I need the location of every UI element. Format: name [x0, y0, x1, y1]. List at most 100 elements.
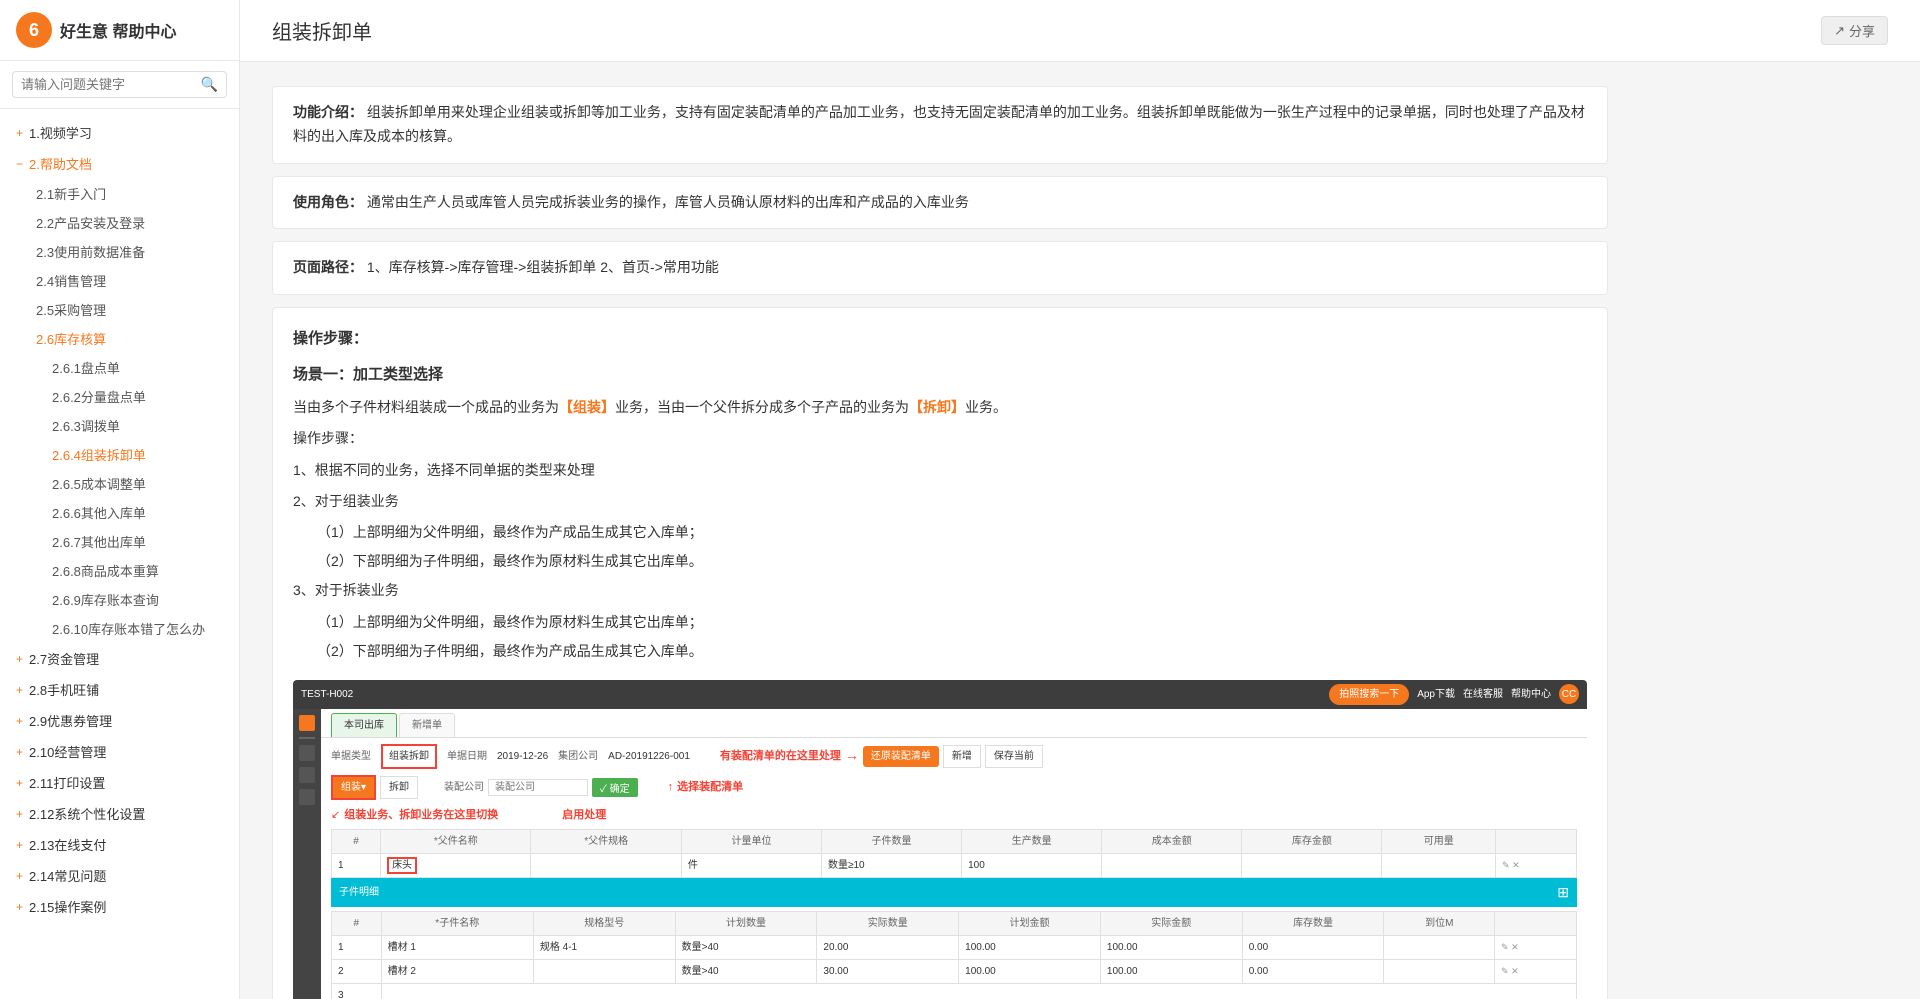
search-icon[interactable]: 🔍 [201, 76, 218, 93]
mock-divider1 [299, 737, 315, 739]
sidebar-item-docs2610[interactable]: 2.6.10库存账本错了怎么办 [0, 614, 239, 643]
td-stockamt1 [1242, 853, 1382, 877]
mock-form-row1: 单据类型 组装拆卸 单据日期 2019-12-26 集团公司 AD-201912… [331, 744, 1577, 769]
th-seq: # [332, 829, 381, 853]
td-name1-val: 床头 [387, 857, 417, 874]
mock-form-area: 单据类型 组装拆卸 单据日期 2019-12-26 集团公司 AD-201912… [321, 738, 1587, 999]
path-block: 页面路径： 1、库存核算->库存管理->组装拆卸单 2、首页->常用功能 [272, 241, 1608, 295]
sidebar-item-docs266[interactable]: 2.6.6其他入库单 [0, 498, 239, 527]
confirm-btn[interactable]: ✓ 确定 [592, 778, 638, 797]
td-costamt1 [1102, 853, 1242, 877]
mock-tabs: 本司出库 新增单 [321, 709, 1587, 738]
sidebar-item-docs27[interactable]: + 2.7资金管理 [0, 643, 239, 674]
new-btn[interactable]: 新增 [943, 745, 981, 768]
btd-actqty2: 30.00 [817, 960, 959, 984]
th-parent-spec: *父件规格 [531, 829, 681, 853]
btd-seq3: 3 [332, 984, 382, 999]
step3-text: 3、对于拆装业务 [293, 578, 1587, 603]
mock-tab2[interactable]: 新增单 [399, 713, 455, 737]
sidebar-item-docs212[interactable]: + 2.12系统个性化设置 [0, 798, 239, 829]
td-name1: 床头 [381, 853, 531, 877]
bth-spec: 规格型号 [533, 912, 675, 936]
btd-ops1-icons[interactable]: ✎ ✕ [1501, 942, 1519, 952]
share-button[interactable]: ↗ 分享 [1821, 16, 1888, 45]
page-title: 组装拆卸单 [272, 16, 372, 45]
search-input[interactable] [21, 77, 201, 92]
sub-form-label: 装配公司 [444, 779, 484, 796]
sidebar-item-docs22[interactable]: 2.2产品安装及登录 [0, 208, 239, 237]
sidebar-item-docs262[interactable]: 2.6.2分量盘点单 [0, 382, 239, 411]
assembly-toggle-area: 组装▾ 拆卸 [331, 775, 418, 800]
btd-seq2: 2 [332, 960, 382, 984]
btd-actqty1: 20.00 [817, 936, 959, 960]
sub-company-input[interactable] [488, 779, 588, 796]
restore-btn[interactable]: 还原装配清单 [863, 746, 939, 767]
sidebar-item-docs21[interactable]: 2.1新手入门 [0, 179, 239, 208]
mock-tab1[interactable]: 本司出库 [331, 713, 397, 737]
plus-icon6: + [16, 776, 23, 790]
th-stock-amt: 库存金额 [1242, 829, 1382, 853]
sidebar-item-docs268[interactable]: 2.6.8商品成本重算 [0, 556, 239, 585]
save-btn[interactable]: 保存当前 [985, 745, 1043, 768]
sidebar: 6 好生意 帮助中心 🔍 + 1.视频学习 − 2.帮助文档 2.1新手入门 2… [0, 0, 240, 999]
sidebar-item-docs29[interactable]: + 2.9优惠券管理 [0, 705, 239, 736]
td-spec1 [531, 853, 681, 877]
sidebar-item-video[interactable]: + 1.视频学习 [0, 117, 239, 148]
form-label2: 单据日期 [447, 748, 487, 765]
disassemble-toggle[interactable]: 拆卸 [380, 776, 418, 799]
mock-icon4 [299, 789, 315, 805]
top-table-body: 1 床头 件 数量≥10 100 [332, 853, 1577, 877]
bth-plan-amt: 计划金额 [959, 912, 1101, 936]
mock-main-layout: 本司出库 新增单 单据类型 组装拆卸 单据日期 2019-12-26 [293, 709, 1587, 999]
form-label3: 集团公司 [558, 748, 598, 765]
th-child-qty: 子件数量 [822, 829, 962, 853]
sidebar-item-docs[interactable]: − 2.帮助文档 [0, 148, 239, 179]
scenario1-desc: 当由多个子件材料组装成一个成品的业务为【组装】业务，当由一个父件拆分成多个子产品… [293, 395, 1587, 420]
plus-icon7: + [16, 807, 23, 821]
screenshot-wrapper: TEST-H002 拍照搜索一下 App下载 在线客服 帮助中心 CC [293, 680, 1587, 999]
sidebar-item-docs267[interactable]: 2.6.7其他出库单 [0, 527, 239, 556]
table-row-bot2: 2 槽材 2 数量>40 30.00 100.00 100.00 0.00 [332, 960, 1577, 984]
annotation3-row: ↙ 组装业务、拆卸业务在这里切换 启用处理 [331, 806, 1577, 825]
sidebar-item-docs213[interactable]: + 2.13在线支付 [0, 829, 239, 860]
btd-stockqty2: 0.00 [1242, 960, 1384, 984]
mock-topbar-app: App下载 [1417, 686, 1455, 703]
sidebar-item-docs263[interactable]: 2.6.3调拨单 [0, 411, 239, 440]
sidebar-item-docs211[interactable]: + 2.11打印设置 [0, 767, 239, 798]
sidebar-item-docs26[interactable]: 2.6库存核算 [0, 324, 239, 353]
plus-icon5: + [16, 745, 23, 759]
ops-icons1[interactable]: ✎ ✕ [1502, 860, 1520, 870]
bth-stock-qty: 库存数量 [1242, 912, 1384, 936]
sidebar-item-docs210[interactable]: + 2.10经营管理 [0, 736, 239, 767]
th-unit: 计量单位 [681, 829, 821, 853]
sidebar-item-docs24[interactable]: 2.4销售管理 [0, 266, 239, 295]
annotation4-text: 启用处理 [562, 806, 606, 825]
sidebar-item-docs265[interactable]: 2.6.5成本调整单 [0, 469, 239, 498]
assemble-toggle[interactable]: 组装▾ [331, 775, 376, 800]
btd-ops2-icons[interactable]: ✎ ✕ [1501, 966, 1519, 976]
sidebar-item-docs25[interactable]: 2.5采购管理 [0, 295, 239, 324]
bth-actual-qty: 实际数量 [817, 912, 959, 936]
role-text: 通常由生产人员或库管人员完成拆装业务的操作，库管人员确认原材料的出库和产成品的入… [367, 194, 969, 210]
bottom-table: # *子件名称 规格型号 计划数量 实际数量 计划金额 实际金额 库存数量 [331, 911, 1577, 999]
btd-actamt1: 100.00 [1100, 936, 1242, 960]
sidebar-item-docs261[interactable]: 2.6.1盘点单 [0, 353, 239, 382]
screenshot-mock: TEST-H002 拍照搜索一下 App下载 在线客服 帮助中心 CC [293, 680, 1587, 999]
sidebar-item-docs214[interactable]: + 2.14常见问题 [0, 860, 239, 891]
btd-planamt1: 100.00 [959, 936, 1101, 960]
sidebar-item-docs215[interactable]: + 2.15操作案例 [0, 891, 239, 922]
sidebar-item-docs264[interactable]: 2.6.4组装拆卸单 [0, 440, 239, 469]
scenario1-title: 场景一：加工类型选择 [293, 362, 1587, 388]
table-row-bot1: 1 槽材 1 规格 4-1 数量>40 20.00 100.00 100.00 … [332, 936, 1577, 960]
btd-arrive1 [1384, 936, 1495, 960]
table-row-bot3: 3 [332, 984, 1577, 999]
sidebar-item-docs23[interactable]: 2.3使用前数据准备 [0, 237, 239, 266]
top-table-header-row: # *父件名称 *父件规格 计量单位 子件数量 生产数量 成本金额 库存金额 [332, 829, 1577, 853]
form-type-dropdown[interactable]: 组装拆卸 [381, 744, 437, 769]
bottom-table-head: # *子件名称 规格型号 计划数量 实际数量 计划金额 实际金额 库存数量 [332, 912, 1577, 936]
top-table: # *父件名称 *父件规格 计量单位 子件数量 生产数量 成本金额 库存金额 [331, 829, 1577, 878]
sidebar-item-docs28[interactable]: + 2.8手机旺铺 [0, 674, 239, 705]
expand-icon[interactable]: ⊞ [1557, 881, 1569, 905]
function-intro-text: 组装拆卸单用来处理企业组装或拆卸等加工业务，支持有固定装配清单的产品加工业务，也… [293, 104, 1585, 144]
sidebar-item-docs269[interactable]: 2.6.9库存账本查询 [0, 585, 239, 614]
